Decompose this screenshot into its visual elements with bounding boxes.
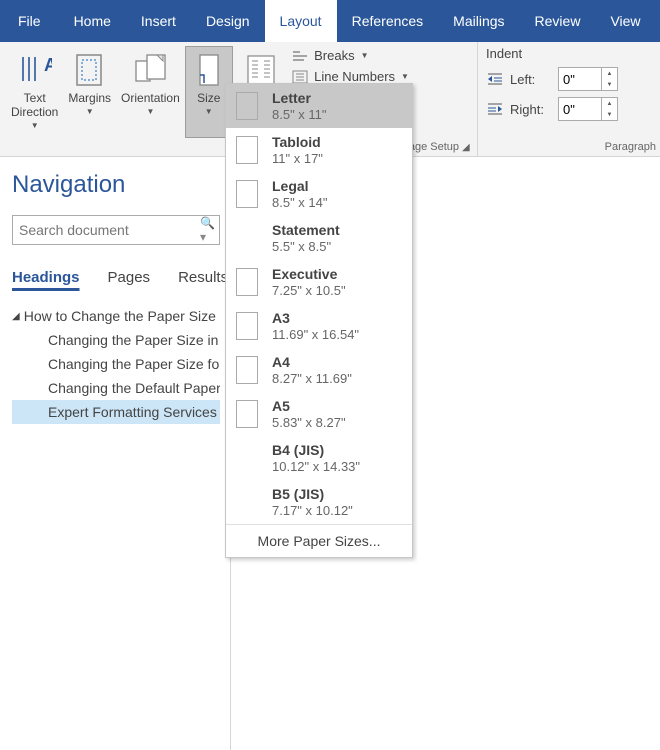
- size-option[interactable]: Tabloid11" x 17": [226, 128, 412, 172]
- size-dropdown: Letter8.5" x 11"Tabloid11" x 17"Legal8.5…: [225, 83, 413, 558]
- orientation-button[interactable]: Orientation ▼: [116, 46, 185, 138]
- tab-file[interactable]: File: [0, 0, 59, 42]
- collapse-arrow-icon[interactable]: ◢: [12, 311, 20, 322]
- navigation-title: Navigation: [12, 171, 220, 199]
- text-direction-button[interactable]: A Text Direction ▼: [6, 46, 63, 138]
- outline: ◢ How to Change the Paper Size in Word f…: [12, 304, 220, 424]
- chevron-down-icon: ▼: [401, 72, 409, 81]
- orientation-icon: [131, 51, 169, 89]
- outline-item[interactable]: Expert Formatting Services: [12, 400, 220, 424]
- ribbon-tabs: File HomeInsertDesignLayoutReferencesMai…: [0, 0, 660, 42]
- page-thumb-icon: [236, 268, 258, 296]
- tab-design[interactable]: Design: [191, 0, 265, 42]
- chevron-down-icon: ▼: [146, 107, 154, 116]
- size-option[interactable]: A311.69" x 16.54": [226, 304, 412, 348]
- nav-tab-headings[interactable]: Headings: [12, 269, 80, 286]
- indent-right-input[interactable]: ▲▼: [558, 97, 618, 121]
- outline-item[interactable]: Changing the Default Paper Size: [12, 376, 220, 400]
- page-thumb-icon: [236, 356, 258, 384]
- tab-mailings[interactable]: Mailings: [438, 0, 519, 42]
- more-paper-sizes[interactable]: More Paper Sizes...: [226, 524, 412, 557]
- page-thumb-icon: [236, 312, 258, 340]
- down-arrow-icon[interactable]: ▼: [602, 109, 617, 120]
- chevron-down-icon: ▼: [361, 51, 369, 60]
- up-arrow-icon[interactable]: ▲: [602, 68, 617, 79]
- down-arrow-icon[interactable]: ▼: [602, 79, 617, 90]
- chevron-down-icon: ▼: [86, 107, 94, 116]
- breaks-icon: [292, 49, 308, 63]
- indent-left-input[interactable]: ▲▼: [558, 67, 618, 91]
- page-thumb-icon: [236, 180, 258, 208]
- margins-icon: [71, 51, 109, 89]
- margins-button[interactable]: Margins ▼: [63, 46, 116, 138]
- outline-root[interactable]: ◢ How to Change the Paper Size in Word f…: [12, 304, 220, 328]
- size-option[interactable]: B4 (JIS)10.12" x 14.33": [226, 436, 412, 480]
- tab-review[interactable]: Review: [520, 0, 596, 42]
- tab-container: HomeInsertDesignLayoutReferencesMailings…: [59, 0, 656, 42]
- indent-right-icon: [486, 101, 504, 117]
- search-icon[interactable]: 🔍▾: [200, 216, 215, 244]
- nav-tabs: HeadingsPagesResults: [12, 269, 220, 286]
- size-icon: [190, 51, 228, 89]
- page-thumb-icon: [236, 136, 258, 164]
- chevron-down-icon: ▼: [205, 107, 213, 116]
- chevron-down-icon: ▼: [31, 121, 39, 130]
- tab-view[interactable]: View: [595, 0, 655, 42]
- page-thumb-icon: [236, 400, 258, 428]
- size-option[interactable]: A48.27" x 11.69": [226, 348, 412, 392]
- nav-tab-pages[interactable]: Pages: [108, 269, 151, 286]
- size-option[interactable]: Statement5.5" x 8.5": [226, 216, 412, 260]
- size-option[interactable]: A55.83" x 8.27": [226, 392, 412, 436]
- size-option[interactable]: Executive7.25" x 10.5": [226, 260, 412, 304]
- svg-text:A: A: [44, 55, 52, 75]
- text-direction-icon: A: [16, 51, 54, 89]
- outline-item[interactable]: Changing the Paper Size in Word for Offi…: [12, 328, 220, 352]
- indent-left-icon: [486, 71, 504, 87]
- up-arrow-icon[interactable]: ▲: [602, 98, 617, 109]
- line-numbers-icon: [292, 70, 308, 84]
- page-setup-launcher[interactable]: ◢: [462, 142, 474, 154]
- tab-references[interactable]: References: [337, 0, 439, 42]
- nav-tab-results[interactable]: Results: [178, 269, 228, 286]
- group-paragraph: Indent Left: ▲▼ Right: ▲▼ Paragraph: [478, 42, 660, 156]
- ribbon: A Text Direction ▼ Margins ▼ Orientation…: [0, 42, 660, 157]
- size-option[interactable]: Letter8.5" x 11": [226, 84, 412, 128]
- size-option[interactable]: Legal8.5" x 14": [226, 172, 412, 216]
- page-thumb-icon: [236, 92, 258, 120]
- breaks-button[interactable]: Breaks ▼: [292, 48, 409, 63]
- tab-insert[interactable]: Insert: [126, 0, 191, 42]
- outline-item[interactable]: Changing the Paper Size for a Section: [12, 352, 220, 376]
- line-numbers-button[interactable]: Line Numbers ▼: [292, 69, 409, 84]
- tab-layout[interactable]: Layout: [265, 0, 337, 42]
- search-input[interactable]: 🔍▾: [12, 215, 220, 245]
- size-option[interactable]: B5 (JIS)7.17" x 10.12": [226, 480, 412, 524]
- tab-home[interactable]: Home: [59, 0, 126, 42]
- navigation-pane: Navigation 🔍▾ Headings Pages Results ◢ How…: [0, 157, 230, 750]
